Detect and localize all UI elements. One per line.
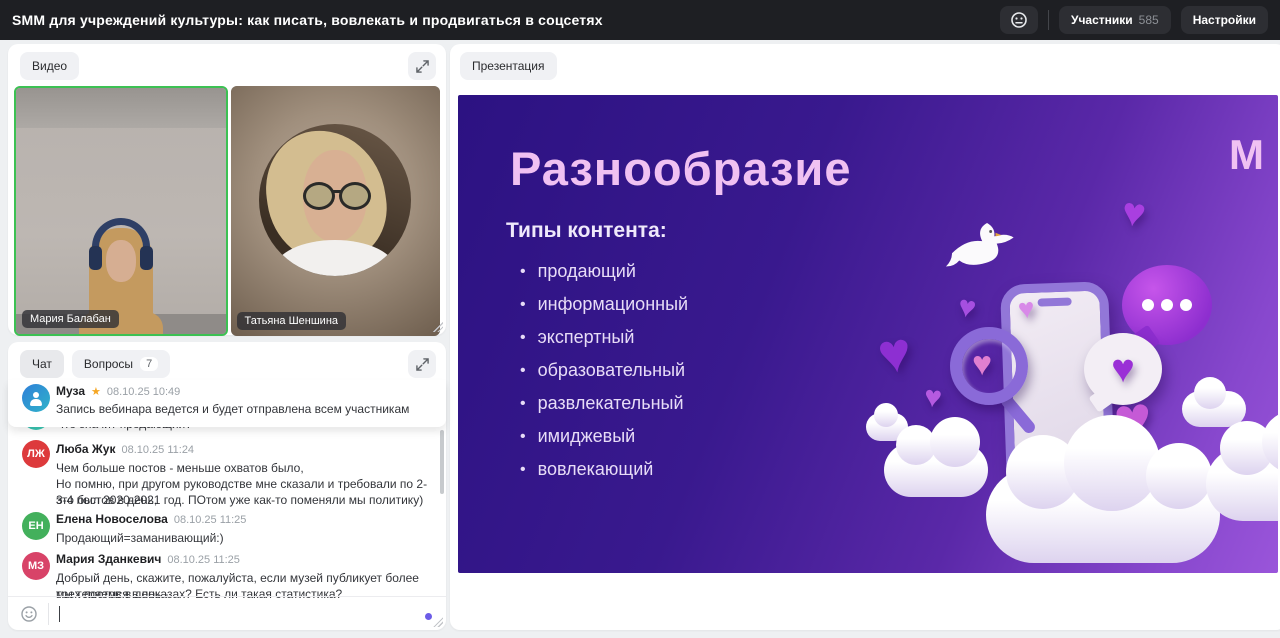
chat-tabs: Чат Вопросы 7 [20,350,171,378]
video-panel: Видео Мария Балабан Татьяна Шеншина [8,44,446,336]
message-text: Чем больше постов - меньше охватов было, [56,461,304,475]
heart-icon: ♥ [972,345,993,383]
text-cursor [59,605,60,622]
slide-title: Разнообразие [510,142,852,195]
message-author: Люба Жук [56,442,116,456]
message-author: Муза [56,384,85,398]
expand-icon [415,59,429,73]
heart-icon: ♥ [922,380,944,415]
expand-icon [415,357,429,371]
settings-label: Настройки [1192,13,1256,27]
headphones-icon [91,218,150,248]
bullet-item: развлекательный [537,393,684,413]
avatar [22,384,50,412]
phone-graphic [999,281,1117,517]
presentation-slide[interactable]: Разнообразие Типы контента: • продающий •… [458,95,1278,573]
bullet-item: имиджевый [537,426,636,446]
chat-panel: Чат Вопросы 7 Муза ★ 08.10.25 10:49 Запи… [8,342,446,630]
message-time: 08.10.25 11:25 [173,514,247,526]
video-tile-tatiana[interactable]: Татьяна Шеншина [230,86,440,336]
webinar-title: SMM для учреждений культуры: как писать,… [12,12,603,28]
message-time: 08.10.25 11:25 [167,554,240,566]
video-tile-maria[interactable]: Мария Балабан [14,86,228,336]
video-panel-label: Видео [20,52,80,80]
magnifier-icon: ♥ [950,327,1038,436]
pinned-message: Муза ★ 08.10.25 10:49 Запись вебинара ве… [8,380,446,427]
message-author: Мария Зданкевич [56,552,162,566]
heart-icon: ♥ [873,318,916,387]
avatar-photo [259,124,412,276]
heart-icon: ♥ [1111,347,1135,391]
heart-icon: ♥ [925,421,947,455]
chat-scrollbar[interactable] [440,430,444,494]
person-icon [30,392,42,406]
heart-icon: ♥ [955,289,979,326]
questions-count-badge: 7 [140,357,159,371]
heart-icon: ♥ [1119,189,1149,237]
message-text: это был 2020-2021 год. ПОтом уже как-то … [56,493,424,507]
video-tile-name: Мария Балабан [22,310,119,328]
participants-count: 585 [1138,13,1159,27]
input-divider [48,602,49,625]
glasses-icon [303,182,336,210]
bullet-item: продающий [537,261,636,281]
video-resize-handle[interactable] [433,322,443,332]
emoji-button[interactable] [20,605,38,623]
chat-input[interactable] [8,596,446,630]
bullet-item: информационный [537,294,689,314]
chat-expand-button[interactable] [408,350,436,378]
webinar-app: SMM для учреждений культуры: как писать,… [0,0,1280,638]
chat-bubble-icon [1122,265,1212,345]
message-text: Продающий=заманивающий:) [56,531,224,545]
participants-label: Участники [1070,13,1133,27]
participants-button[interactable]: Участники 585 [1058,6,1171,34]
topbar-divider [1047,10,1049,30]
bullet-item: вовлекающий [537,459,654,479]
settings-button[interactable]: Настройки [1180,6,1268,34]
slide-bullet-list: • продающий • информационный • экспертный •… [520,261,689,479]
video-expand-button[interactable] [408,52,436,80]
chat-message-list[interactable]: Что значит продающий? ЛЖ Люба Жук 08.10.… [8,416,446,598]
avatar: ЛЖ [22,440,50,468]
topbar-actions: Участники 585 Настройки [999,6,1268,34]
notification-dot [425,613,432,620]
dove-icon [942,217,1020,275]
message-time: 08.10.25 11:24 [121,444,195,456]
reactions-button[interactable] [999,6,1038,34]
tab-chat[interactable]: Чат [20,350,64,378]
message-text: Запись вебинара ведется и будет отправле… [56,402,410,416]
video-tiles: Мария Балабан Татьяна Шеншина [14,86,440,336]
presentation-panel: Презентация Разнообразие Типы контента: … [450,44,1280,630]
webcam-video [16,88,226,334]
host-star-icon: ★ [91,386,101,398]
bullet-item: образовательный [537,360,686,380]
chat-resize-handle[interactable] [433,617,443,627]
message-author: Елена Новоселова [56,512,168,526]
brand-logo: М [1229,131,1264,178]
avatar: МЗ [22,552,50,580]
avatar: ЕН [22,512,50,540]
heart-icon: ♥ [1110,381,1156,457]
avatar-video [230,86,440,336]
heart-icon: ♥ [1016,292,1037,325]
message-time: 08.10.25 10:49 [106,386,181,398]
video-tile-name: Татьяна Шеншина [236,312,347,330]
slide-subtitle: Типы контента: [506,219,667,242]
tab-questions[interactable]: Вопросы 7 [71,350,171,378]
neutral-face-icon [1010,11,1028,29]
presentation-panel-label: Презентация [460,52,557,80]
topbar: SMM для учреждений культуры: как писать,… [0,0,1280,40]
like-bubble-icon: ♥ [1084,333,1162,405]
bullet-item: экспертный [537,327,635,347]
